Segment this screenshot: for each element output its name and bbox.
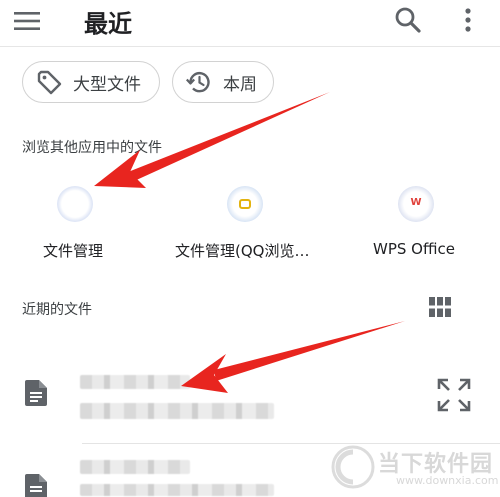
more-vert-icon[interactable] — [458, 6, 478, 34]
watermark-sub: www.downxia.com — [396, 474, 499, 487]
app-name-qq-file-manager[interactable]: 文件管理(QQ浏览… — [175, 240, 309, 261]
file-row[interactable] — [0, 350, 500, 442]
recent-section-label: 近期的文件 — [22, 302, 92, 318]
wps-office-icon[interactable]: W — [398, 186, 434, 222]
file-name-redacted — [80, 460, 190, 474]
qq-browser-icon[interactable] — [227, 186, 263, 222]
app-name-wps-office[interactable]: WPS Office — [373, 240, 455, 258]
file-name-redacted — [80, 375, 190, 389]
qq-browser-glyph — [239, 199, 251, 209]
app-bar-divider — [0, 46, 500, 47]
grid-view-icon[interactable] — [429, 297, 451, 317]
chip-label: 本周 — [223, 74, 257, 95]
watermark: 当下软件园 www.downxia.com — [330, 444, 500, 497]
wps-glyph: W — [410, 197, 422, 208]
chip-large-files[interactable]: 大型文件 — [22, 61, 160, 103]
watermark-logo-icon — [331, 445, 375, 489]
chip-label: 大型文件 — [73, 74, 141, 95]
file-meta-redacted — [80, 484, 274, 496]
browse-section-label: 浏览其他应用中的文件 — [22, 140, 162, 156]
menu-icon[interactable] — [14, 10, 40, 32]
file-meta-redacted — [80, 403, 274, 419]
search-icon[interactable] — [394, 6, 422, 34]
page-title: 最近 — [84, 10, 132, 38]
file-manager-icon[interactable] — [57, 186, 93, 222]
expand-icon[interactable] — [437, 378, 471, 412]
document-icon — [25, 380, 47, 406]
app-name-file-manager[interactable]: 文件管理 — [43, 240, 103, 261]
chip-this-week[interactable]: 本周 — [172, 61, 274, 103]
app-bar: 最近 — [0, 0, 500, 46]
document-icon — [25, 474, 47, 497]
tag-icon — [37, 70, 62, 95]
history-icon — [185, 72, 210, 93]
